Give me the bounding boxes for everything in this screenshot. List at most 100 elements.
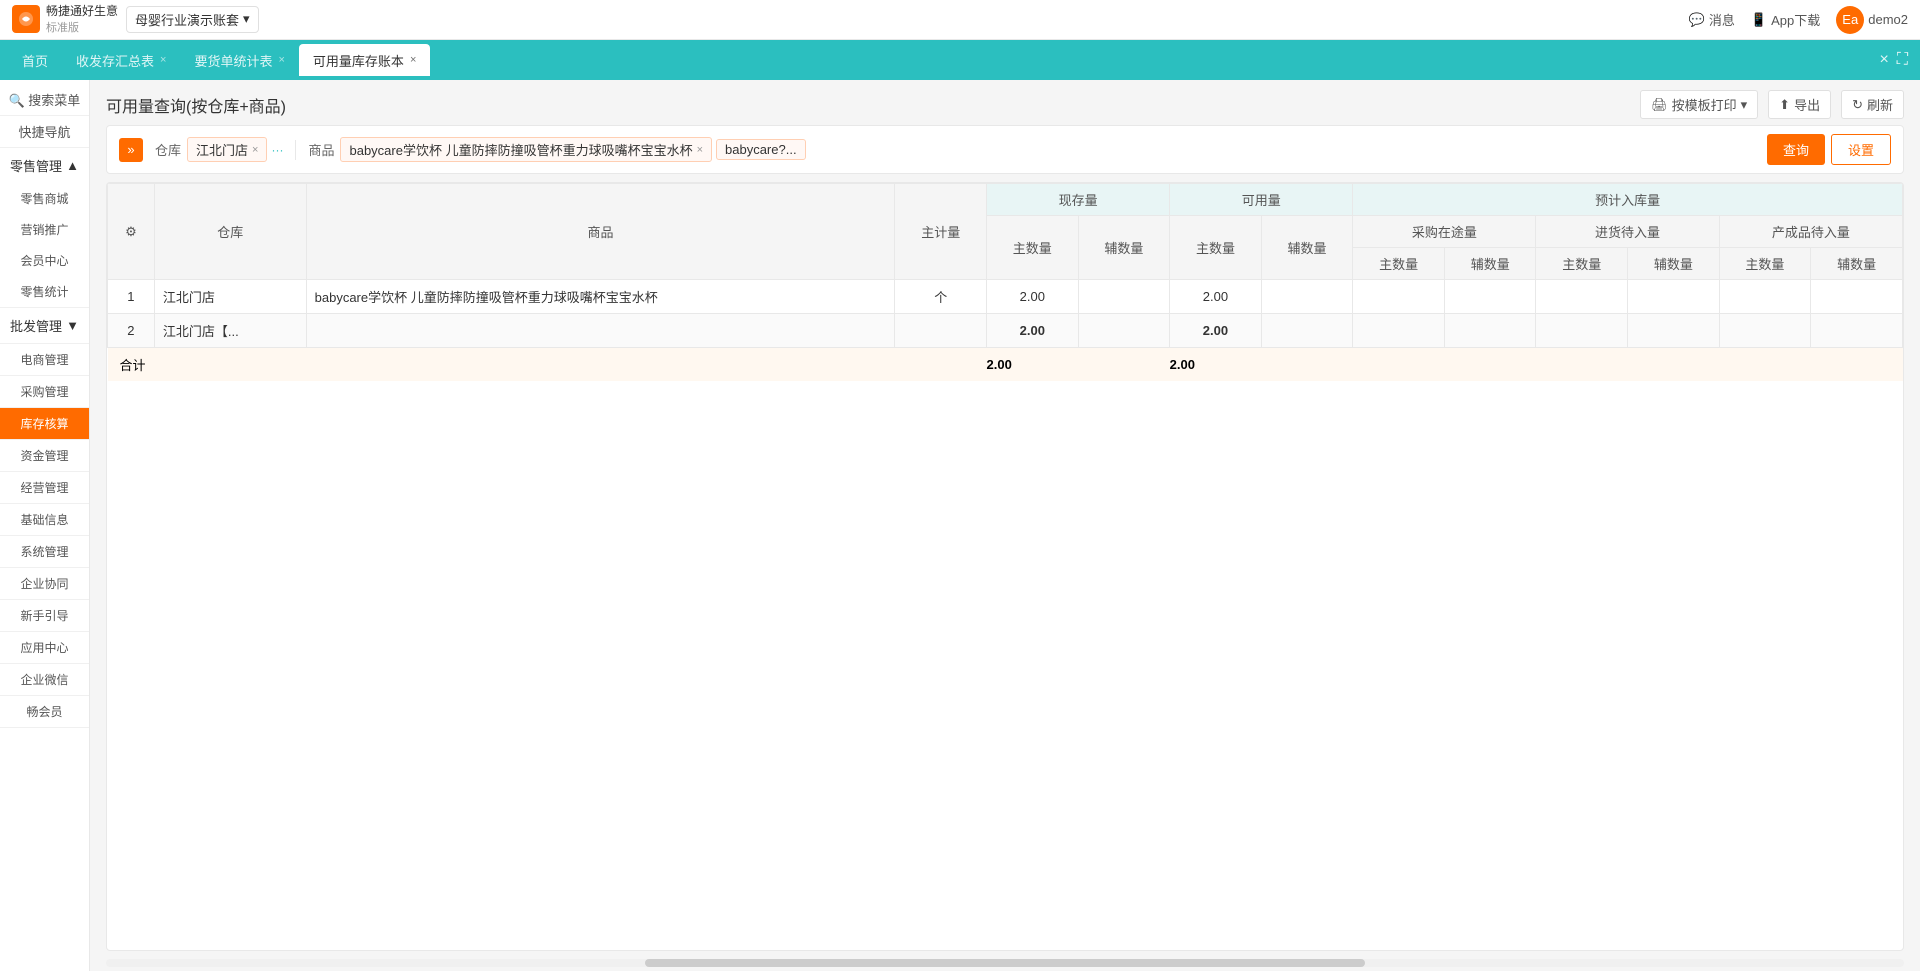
cell-prod-main-1 xyxy=(1719,280,1811,314)
tab-stock[interactable]: 可用量库存账本 × xyxy=(299,44,430,76)
sidebar-section-member: 畅会员 xyxy=(0,696,89,728)
tab-receipt-label: 收发存汇总表 xyxy=(76,51,154,70)
username-label: demo2 xyxy=(1868,12,1908,27)
settings-button[interactable]: 设置 xyxy=(1831,134,1891,165)
warehouse-tag-label: 江北门店 xyxy=(196,140,248,159)
cell-warehouse-1: 江北门店 xyxy=(154,280,306,314)
tab-bar-right: × ⛶ xyxy=(1879,51,1912,69)
product-tag-close[interactable]: × xyxy=(697,144,703,156)
sidebar-item-finance[interactable]: 资金管理 xyxy=(0,440,89,471)
sidebar-section-finance: 资金管理 xyxy=(0,440,89,472)
tab-order-close[interactable]: × xyxy=(278,54,284,66)
cell-prod-main-2 xyxy=(1719,314,1811,348)
warehouse-tag-jiangbei: 江北门店 × xyxy=(187,137,267,162)
horizontal-scrollbar[interactable] xyxy=(106,959,1904,967)
query-button[interactable]: 查询 xyxy=(1767,134,1825,165)
sidebar-item-member[interactable]: 畅会员 xyxy=(0,696,89,727)
app-download-button[interactable]: 📱 App下载 xyxy=(1751,10,1820,29)
cell-stock-aux-2 xyxy=(1078,314,1170,348)
footer-avail-aux xyxy=(1261,348,1353,382)
footer-avail-main: 2.00 xyxy=(1170,348,1262,382)
cell-warehouse-2: 江北门店【... xyxy=(154,314,306,348)
tab-home[interactable]: 首页 xyxy=(8,44,62,76)
search-icon: 🔍 xyxy=(9,93,25,108)
sidebar-item-retail-stats[interactable]: 零售统计 xyxy=(0,276,89,307)
sidebar-item-newguide[interactable]: 新手引导 xyxy=(0,600,89,631)
close-all-tabs-button[interactable]: × xyxy=(1879,51,1888,69)
expand-icon: » xyxy=(127,142,134,157)
sidebar-item-marketing[interactable]: 营销推广 xyxy=(0,214,89,245)
sidebar-section-wechat: 企业微信 xyxy=(0,664,89,696)
top-bar-right: 💬 消息 📱 App下载 Ea demo2 xyxy=(1689,6,1908,34)
tab-stock-label: 可用量库存账本 xyxy=(313,51,404,70)
export-button[interactable]: ⬆ 导出 xyxy=(1768,90,1831,119)
sidebar-item-system[interactable]: 系统管理 xyxy=(0,536,89,567)
download-icon: 📱 xyxy=(1751,12,1767,28)
th-settings-icon[interactable]: ⚙ xyxy=(108,184,155,280)
footer-stock-aux xyxy=(1078,348,1170,382)
tab-stock-close[interactable]: × xyxy=(410,54,416,66)
tab-receipt[interactable]: 收发存汇总表 × xyxy=(62,44,180,76)
sidebar-item-purchase[interactable]: 采购管理 xyxy=(0,376,89,407)
user-menu[interactable]: Ea demo2 xyxy=(1836,6,1908,34)
brand-text-block: 畅捷通好生意 标准版 xyxy=(46,4,118,34)
wholesale-label: 批发管理 xyxy=(10,316,62,335)
expand-filter-button[interactable]: » xyxy=(119,138,143,162)
refresh-label: 刷新 xyxy=(1867,95,1893,114)
sidebar-item-wechat[interactable]: 企业微信 xyxy=(0,664,89,695)
maximize-button[interactable]: ⛶ xyxy=(1897,51,1908,69)
cell-stock-main-2: 2.00 xyxy=(987,314,1079,348)
table-row: 2 江北门店【... 2.00 2.00 xyxy=(108,314,1903,348)
message-button[interactable]: 💬 消息 xyxy=(1689,10,1735,29)
tab-bar: 首页 收发存汇总表 × 要货单统计表 × 可用量库存账本 × × ⛶ xyxy=(0,40,1920,80)
sidebar-search[interactable]: 🔍 搜索菜单 xyxy=(0,80,89,116)
retail-arrow-icon: ▲ xyxy=(66,158,79,173)
product-tag-babycare2: babycare?... xyxy=(716,139,806,160)
th-stock-group: 现存量 xyxy=(987,184,1170,216)
sidebar-item-enterprise[interactable]: 企业协同 xyxy=(0,568,89,599)
refresh-button[interactable]: ↻ 刷新 xyxy=(1841,90,1904,119)
print-chevron-icon: ▾ xyxy=(1741,97,1748,113)
th-pur-main: 主数量 xyxy=(1353,248,1445,280)
brand-logo: 畅捷通好生意 标准版 xyxy=(12,4,118,34)
cell-prod-aux-2 xyxy=(1811,314,1903,348)
tab-order[interactable]: 要货单统计表 × xyxy=(180,44,298,76)
warehouse-tags: 江北门店 × ··· xyxy=(187,137,283,162)
sidebar-item-inventory[interactable]: 库存核算 xyxy=(0,408,89,439)
page-title: 可用量查询(按仓库+商品) xyxy=(106,93,286,117)
account-selector[interactable]: 母婴行业演示账套 ▾ xyxy=(126,6,259,33)
print-button[interactable]: 🖨 按模板打印 ▾ xyxy=(1640,90,1758,119)
content-area: 可用量查询(按仓库+商品) 🖨 按模板打印 ▾ ⬆ 导出 ↻ 刷新 xyxy=(90,80,1920,971)
sidebar-section-newguide: 新手引导 xyxy=(0,600,89,632)
cell-avail-main-1: 2.00 xyxy=(1170,280,1262,314)
cell-stock-main-1: 2.00 xyxy=(987,280,1079,314)
th-warehouse: 仓库 xyxy=(154,184,306,280)
sidebar-item-appcenter[interactable]: 应用中心 xyxy=(0,632,89,663)
cell-product-2 xyxy=(306,314,895,348)
cell-pur-aux-2 xyxy=(1444,314,1536,348)
sidebar-header-wholesale[interactable]: 批发管理 ▼ xyxy=(0,308,89,343)
scrollbar-thumb[interactable] xyxy=(645,959,1364,967)
warehouse-more[interactable]: ··· xyxy=(271,143,283,157)
export-icon: ⬆ xyxy=(1779,97,1790,113)
sidebar-section-operations: 经营管理 xyxy=(0,472,89,504)
sidebar-item-member-center[interactable]: 会员中心 xyxy=(0,245,89,276)
sidebar-header-retail[interactable]: 零售管理 ▲ xyxy=(0,148,89,183)
th-stock-main: 主数量 xyxy=(987,216,1079,280)
sidebar: 🔍 搜索菜单 快捷导航 零售管理 ▲ 零售商城 营销推广 会员中心 零售统计 批… xyxy=(0,80,90,971)
page-header: 可用量查询(按仓库+商品) 🖨 按模板打印 ▾ ⬆ 导出 ↻ 刷新 xyxy=(90,80,1920,125)
sidebar-item-ecommerce[interactable]: 电商管理 xyxy=(0,344,89,375)
th-production: 产成品待入量 xyxy=(1719,216,1902,248)
sidebar-section-basics: 基础信息 xyxy=(0,504,89,536)
cell-inc-main-2 xyxy=(1536,314,1628,348)
tab-receipt-close[interactable]: × xyxy=(160,54,166,66)
warehouse-tag-close[interactable]: × xyxy=(252,144,258,156)
sidebar-item-basics[interactable]: 基础信息 xyxy=(0,504,89,535)
cell-unit-2 xyxy=(895,314,987,348)
sidebar-item-retail-shop[interactable]: 零售商城 xyxy=(0,183,89,214)
sidebar-quick-nav[interactable]: 快捷导航 xyxy=(0,116,89,148)
retail-label: 零售管理 xyxy=(10,156,62,175)
sidebar-item-operations[interactable]: 经营管理 xyxy=(0,472,89,503)
footer-prod-aux xyxy=(1811,348,1903,382)
brand-icon xyxy=(12,5,40,33)
